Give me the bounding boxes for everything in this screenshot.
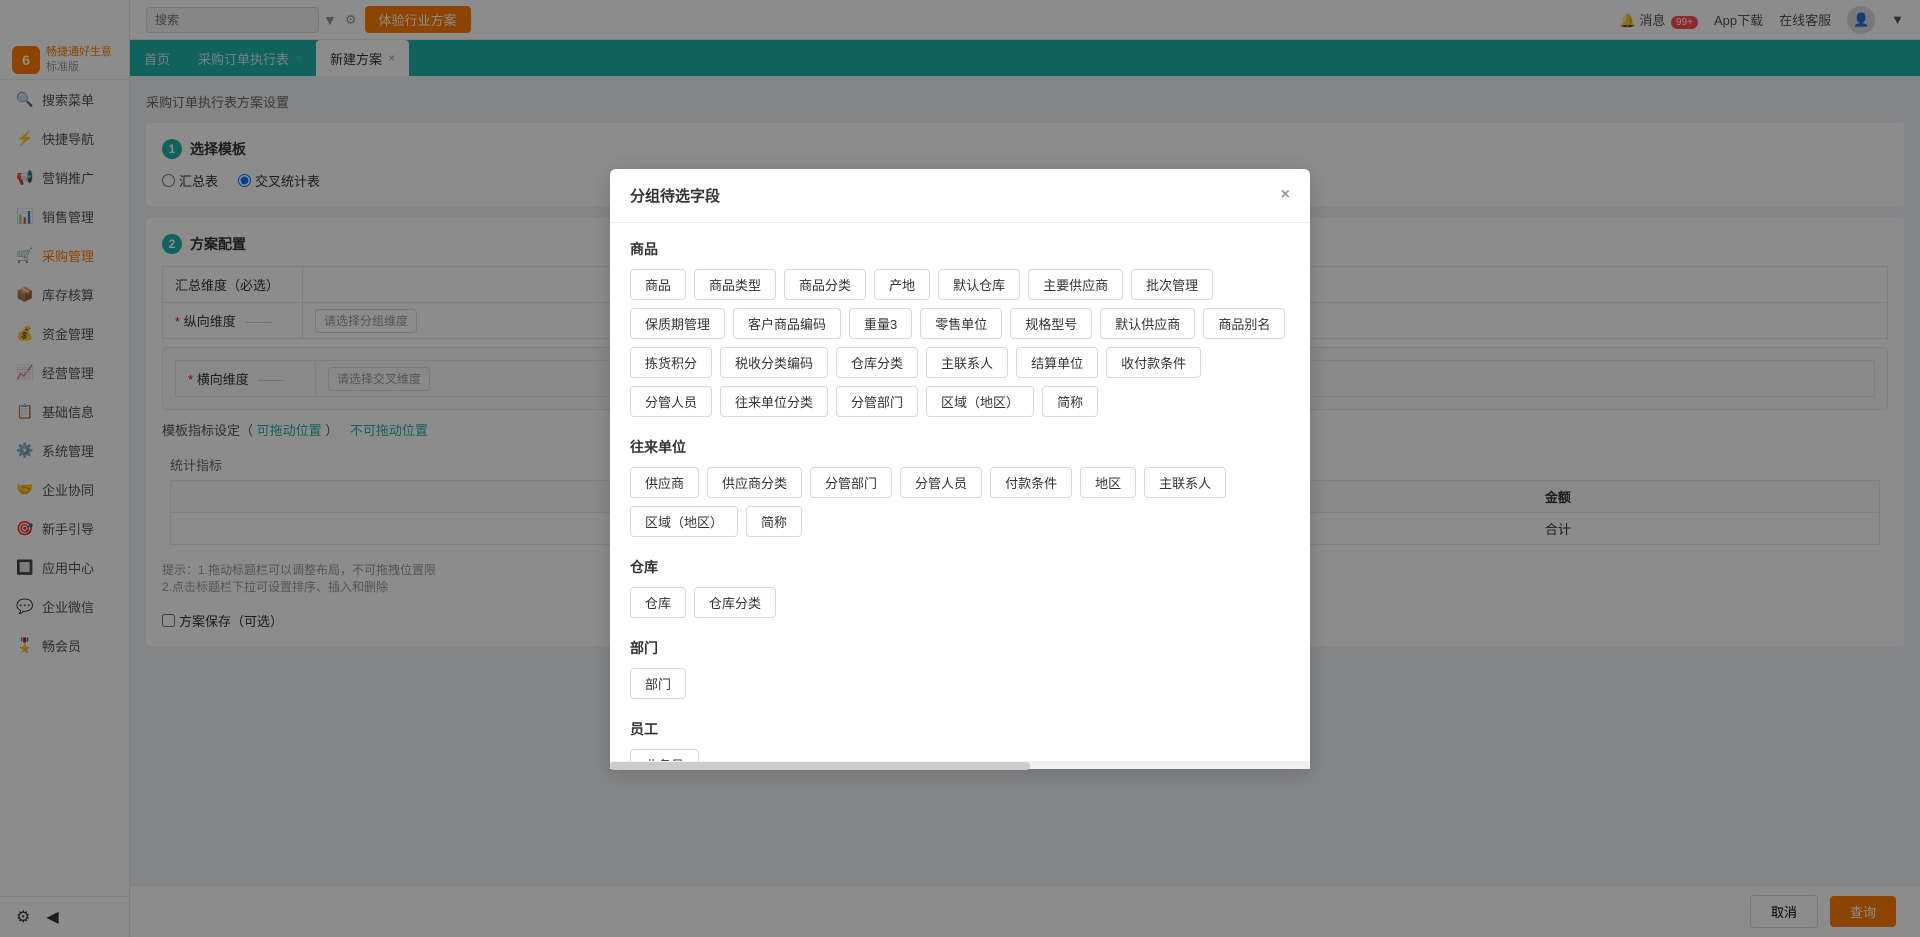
field-tag-1-7[interactable]: 区域（地区） — [630, 506, 738, 537]
modal-scrollbar-track[interactable] — [610, 761, 1310, 769]
field-section-2: 仓库仓库仓库分类 — [630, 557, 1290, 618]
field-tag-1-4[interactable]: 付款条件 — [990, 467, 1072, 498]
fields-grid-2: 仓库仓库分类 — [630, 587, 1290, 618]
field-tag-0-5[interactable]: 主要供应商 — [1028, 269, 1123, 300]
field-tag-0-3[interactable]: 产地 — [874, 269, 930, 300]
field-tag-0-1[interactable]: 商品类型 — [694, 269, 776, 300]
field-tag-4-0[interactable]: 业务员 — [630, 749, 699, 761]
field-section-4: 员工业务员 — [630, 719, 1290, 761]
field-tag-1-6[interactable]: 主联系人 — [1144, 467, 1226, 498]
field-tag-0-4[interactable]: 默认仓库 — [938, 269, 1020, 300]
field-tag-0-7[interactable]: 保质期管理 — [630, 308, 725, 339]
field-section-title-3: 部门 — [630, 638, 1290, 658]
field-tag-1-5[interactable]: 地区 — [1080, 467, 1136, 498]
field-tag-0-16[interactable]: 仓库分类 — [836, 347, 918, 378]
fields-grid-4: 业务员 — [630, 749, 1290, 761]
modal-scrollbar-thumb[interactable] — [610, 762, 1030, 770]
field-tag-0-9[interactable]: 重量3 — [849, 308, 912, 339]
field-section-title-0: 商品 — [630, 239, 1290, 259]
field-tag-0-13[interactable]: 商品别名 — [1203, 308, 1285, 339]
field-section-0: 商品商品商品类型商品分类产地默认仓库主要供应商批次管理保质期管理客户商品编码重量… — [630, 239, 1290, 417]
field-tag-0-14[interactable]: 拣货积分 — [630, 347, 712, 378]
field-tag-1-1[interactable]: 供应商分类 — [707, 467, 802, 498]
modal-body: 商品商品商品类型商品分类产地默认仓库主要供应商批次管理保质期管理客户商品编码重量… — [610, 223, 1310, 761]
field-tag-0-21[interactable]: 往来单位分类 — [720, 386, 828, 417]
fields-grid-1: 供应商供应商分类分管部门分管人员付款条件地区主联系人区域（地区） 简称 — [630, 467, 1290, 537]
field-tag-2-0[interactable]: 仓库 — [630, 587, 686, 618]
modal-title: 分组待选字段 — [630, 185, 720, 206]
field-tag-0-22[interactable]: 分管部门 — [836, 386, 918, 417]
field-tag-0-8[interactable]: 客户商品编码 — [733, 308, 841, 339]
field-section-3: 部门部门 — [630, 638, 1290, 699]
field-tag-1-2[interactable]: 分管部门 — [810, 467, 892, 498]
field-tag-0-24[interactable]: 简称 — [1042, 386, 1098, 417]
field-tag-0-2[interactable]: 商品分类 — [784, 269, 866, 300]
field-section-1: 往来单位供应商供应商分类分管部门分管人员付款条件地区主联系人区域（地区） 简称 — [630, 437, 1290, 537]
modal-overlay[interactable]: 分组待选字段 × 商品商品商品类型商品分类产地默认仓库主要供应商批次管理保质期管… — [0, 0, 1920, 937]
field-tag-0-23[interactable]: 区域（地区） — [926, 386, 1034, 417]
field-tag-0-19[interactable]: 收付款条件 — [1106, 347, 1201, 378]
field-section-title-1: 往来单位 — [630, 437, 1290, 457]
field-tag-0-10[interactable]: 零售单位 — [920, 308, 1002, 339]
field-tag-0-18[interactable]: 结算单位 — [1016, 347, 1098, 378]
field-tag-1-8[interactable]: 简称 — [746, 506, 802, 537]
field-tag-1-3[interactable]: 分管人员 — [900, 467, 982, 498]
field-tag-0-6[interactable]: 批次管理 — [1131, 269, 1213, 300]
field-tag-2-1[interactable]: 仓库分类 — [694, 587, 776, 618]
field-section-title-2: 仓库 — [630, 557, 1290, 577]
field-tag-0-0[interactable]: 商品 — [630, 269, 686, 300]
field-tag-0-12[interactable]: 默认供应商 — [1100, 308, 1195, 339]
field-tag-1-0[interactable]: 供应商 — [630, 467, 699, 498]
field-section-title-4: 员工 — [630, 719, 1290, 739]
fields-grid-0: 商品商品类型商品分类产地默认仓库主要供应商批次管理保质期管理客户商品编码重量3 零… — [630, 269, 1290, 417]
fields-grid-3: 部门 — [630, 668, 1290, 699]
field-tag-0-15[interactable]: 税收分类编码 — [720, 347, 828, 378]
field-tag-3-0[interactable]: 部门 — [630, 668, 686, 699]
field-tag-0-11[interactable]: 规格型号 — [1010, 308, 1092, 339]
field-tag-0-17[interactable]: 主联系人 — [926, 347, 1008, 378]
modal-close-button[interactable]: × — [1281, 186, 1290, 204]
modal-header: 分组待选字段 × — [610, 169, 1310, 223]
modal-dialog: 分组待选字段 × 商品商品商品类型商品分类产地默认仓库主要供应商批次管理保质期管… — [610, 169, 1310, 769]
field-tag-0-20[interactable]: 分管人员 — [630, 386, 712, 417]
